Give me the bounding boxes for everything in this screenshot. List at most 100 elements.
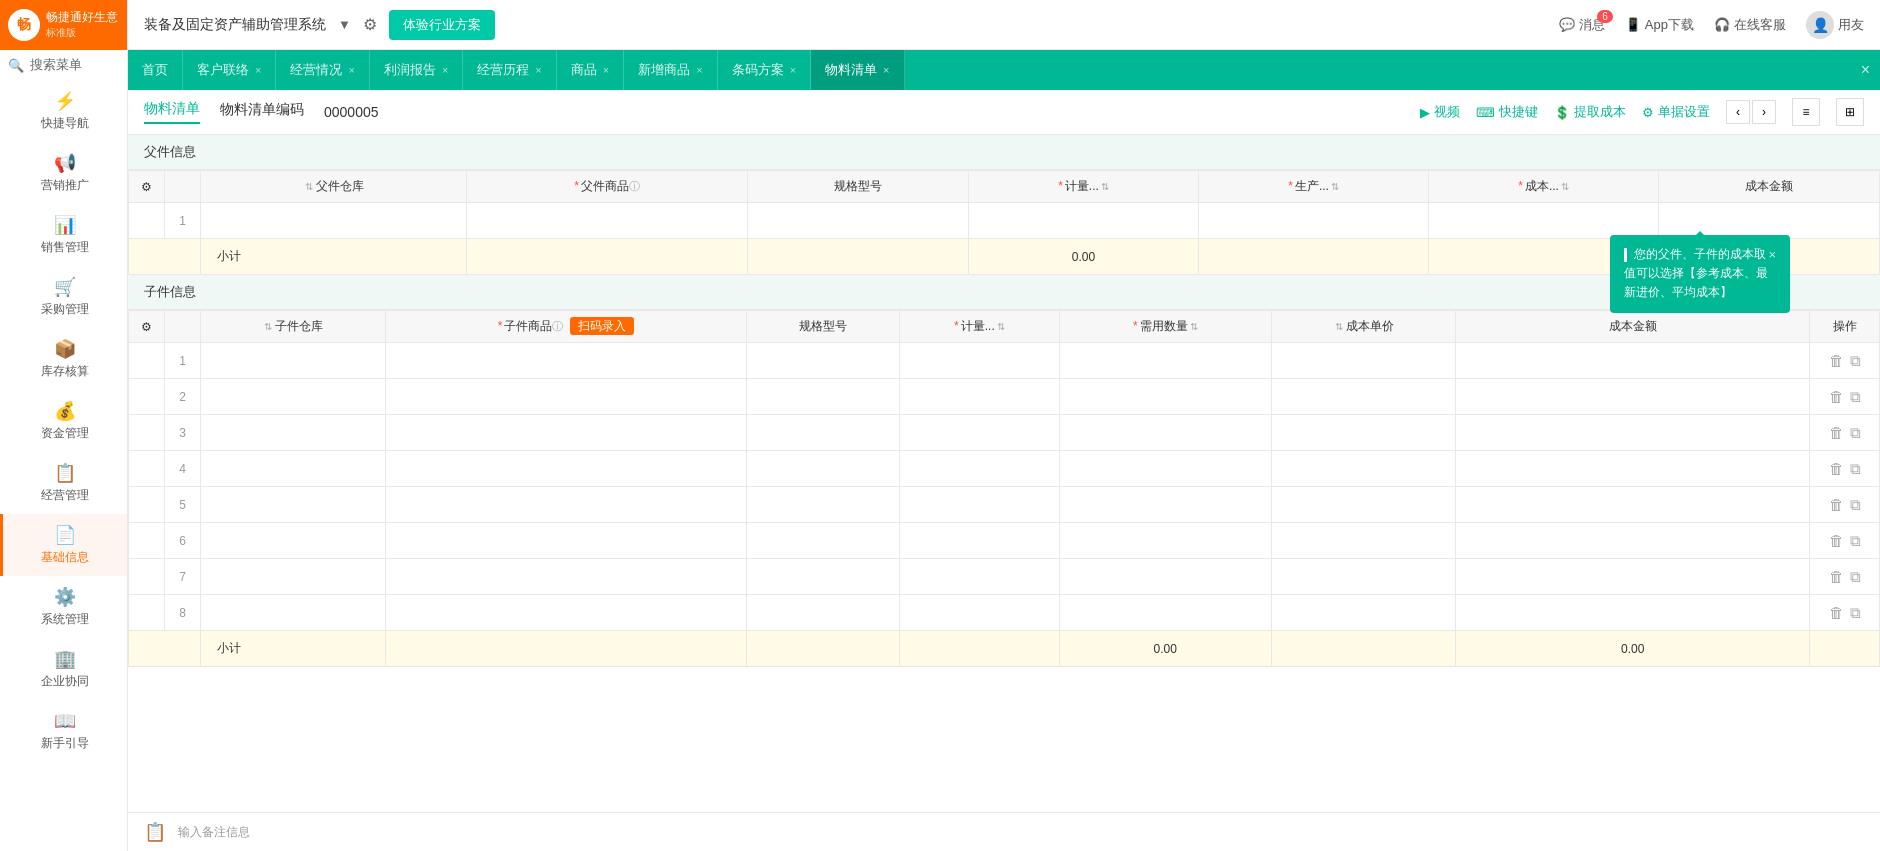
cost-cell[interactable] — [1429, 203, 1659, 239]
copy-icon[interactable]: ⧉ — [1850, 460, 1861, 478]
copy-icon[interactable]: ⧉ — [1850, 352, 1861, 370]
child-spec-cell[interactable] — [747, 523, 900, 559]
tab-close-icon[interactable]: × — [790, 64, 796, 76]
sidebar-item-operations[interactable]: 📋 经营管理 — [0, 452, 127, 514]
child-unit-cost-cell[interactable] — [1271, 523, 1456, 559]
child-quantity-cell[interactable] — [1059, 559, 1271, 595]
delete-icon[interactable]: 🗑 — [1829, 568, 1844, 586]
child-warehouse-cell[interactable] — [201, 451, 386, 487]
tab-customer[interactable]: 客户联络 × — [183, 50, 276, 90]
tab-close-icon[interactable]: × — [883, 64, 889, 76]
sidebar-item-guide[interactable]: 📖 新手引导 — [0, 700, 127, 762]
tab-close-icon[interactable]: × — [696, 64, 702, 76]
child-spec-cell[interactable] — [747, 379, 900, 415]
spec-cell[interactable] — [748, 203, 969, 239]
delete-icon[interactable]: 🗑 — [1829, 352, 1844, 370]
grid-icon-button[interactable]: ⊞ — [1836, 98, 1864, 126]
child-unit-cost-cell[interactable] — [1271, 451, 1456, 487]
sidebar-item-basic-info[interactable]: 📄 基础信息 — [0, 514, 127, 576]
child-quantity-cell[interactable] — [1059, 523, 1271, 559]
sub-tab-bom-list[interactable]: 物料清单 — [144, 100, 200, 124]
child-spec-cell[interactable] — [747, 415, 900, 451]
child-unit-cell[interactable] — [900, 595, 1060, 631]
copy-icon[interactable]: ⧉ — [1850, 604, 1861, 622]
child-warehouse-cell[interactable] — [201, 415, 386, 451]
sidebar-item-system[interactable]: ⚙️ 系统管理 — [0, 576, 127, 638]
child-product-cell[interactable] — [385, 523, 746, 559]
sub-tab-bom-code[interactable]: 物料清单编码 — [220, 101, 304, 123]
sidebar-item-enterprise[interactable]: 🏢 企业协同 — [0, 638, 127, 700]
tab-close-icon[interactable]: × — [603, 64, 609, 76]
tab-bom[interactable]: 物料清单 × — [811, 50, 904, 90]
extract-cost-action[interactable]: 💲 提取成本 — [1554, 103, 1626, 121]
unit-cell[interactable] — [969, 203, 1199, 239]
child-unit-cost-cell[interactable] — [1271, 415, 1456, 451]
child-product-cell[interactable] — [385, 595, 746, 631]
delete-icon[interactable]: 🗑 — [1829, 388, 1844, 406]
copy-icon[interactable]: ⧉ — [1850, 568, 1861, 586]
child-unit-cell[interactable] — [900, 523, 1060, 559]
view-action[interactable]: ▶ 视频 — [1420, 103, 1460, 121]
child-unit-cell[interactable] — [900, 451, 1060, 487]
app-download-action[interactable]: 📱 App下载 — [1625, 16, 1694, 34]
child-product-cell[interactable] — [385, 343, 746, 379]
copy-icon[interactable]: ⧉ — [1850, 388, 1861, 406]
tab-operations[interactable]: 经营情况 × — [276, 50, 369, 90]
sidebar-item-quick-nav[interactable]: ⚡ 快捷导航 — [0, 80, 127, 142]
copy-icon[interactable]: ⧉ — [1850, 532, 1861, 550]
child-unit-cell[interactable] — [900, 415, 1060, 451]
child-spec-cell[interactable] — [747, 559, 900, 595]
child-product-cell[interactable] — [385, 451, 746, 487]
parent-product-cell[interactable] — [467, 203, 748, 239]
tab-profit[interactable]: 利润报告 × — [370, 50, 463, 90]
menu-icon-button[interactable]: ≡ — [1792, 98, 1820, 126]
tooltip-close-icon[interactable]: × — [1768, 245, 1776, 266]
prev-arrow[interactable]: ‹ — [1726, 100, 1750, 124]
parent-warehouse-cell[interactable] — [201, 203, 467, 239]
child-unit-cost-cell[interactable] — [1271, 379, 1456, 415]
sidebar-item-finance[interactable]: 💰 资金管理 — [0, 390, 127, 452]
child-product-cell[interactable] — [385, 379, 746, 415]
tab-home[interactable]: 首页 — [128, 50, 183, 90]
child-warehouse-cell[interactable] — [201, 523, 386, 559]
online-service-action[interactable]: 🎧 在线客服 — [1714, 16, 1786, 34]
child-unit-cost-cell[interactable] — [1271, 343, 1456, 379]
child-quantity-cell[interactable] — [1059, 343, 1271, 379]
tab-close-icon[interactable]: × — [442, 64, 448, 76]
tabs-more[interactable]: × — [1851, 61, 1880, 79]
search-menu-button[interactable]: 🔍 搜索菜单 — [0, 50, 127, 80]
child-unit-cell[interactable] — [900, 379, 1060, 415]
sidebar-item-sales[interactable]: 📊 销售管理 — [0, 204, 127, 266]
child-product-cell[interactable] — [385, 415, 746, 451]
child-quantity-cell[interactable] — [1059, 415, 1271, 451]
tab-products[interactable]: 商品 × — [557, 50, 624, 90]
copy-icon[interactable]: ⧉ — [1850, 496, 1861, 514]
tab-close-icon[interactable]: × — [535, 64, 541, 76]
child-spec-cell[interactable] — [747, 487, 900, 523]
child-spec-cell[interactable] — [747, 451, 900, 487]
system-dropdown[interactable]: ▼ — [338, 17, 351, 32]
copy-icon[interactable]: ⧉ — [1850, 424, 1861, 442]
child-unit-cost-cell[interactable] — [1271, 595, 1456, 631]
child-spec-cell[interactable] — [747, 343, 900, 379]
message-action[interactable]: 💬 消息 6 — [1559, 16, 1605, 34]
tab-close-icon[interactable]: × — [348, 64, 354, 76]
child-product-cell[interactable] — [385, 487, 746, 523]
child-unit-cell[interactable] — [900, 343, 1060, 379]
child-quantity-cell[interactable] — [1059, 595, 1271, 631]
child-quantity-cell[interactable] — [1059, 487, 1271, 523]
child-warehouse-cell[interactable] — [201, 559, 386, 595]
child-spec-cell[interactable] — [747, 595, 900, 631]
child-product-cell[interactable] — [385, 559, 746, 595]
sidebar-item-marketing[interactable]: 📢 营销推广 — [0, 142, 127, 204]
child-quantity-cell[interactable] — [1059, 379, 1271, 415]
child-warehouse-cell[interactable] — [201, 343, 386, 379]
tab-barcode[interactable]: 条码方案 × — [718, 50, 811, 90]
child-quantity-cell[interactable] — [1059, 451, 1271, 487]
child-warehouse-cell[interactable] — [201, 595, 386, 631]
child-unit-cost-cell[interactable] — [1271, 487, 1456, 523]
delete-icon[interactable]: 🗑 — [1829, 424, 1844, 442]
tab-history[interactable]: 经营历程 × — [463, 50, 556, 90]
delete-icon[interactable]: 🗑 — [1829, 532, 1844, 550]
tab-close-icon[interactable]: × — [255, 64, 261, 76]
